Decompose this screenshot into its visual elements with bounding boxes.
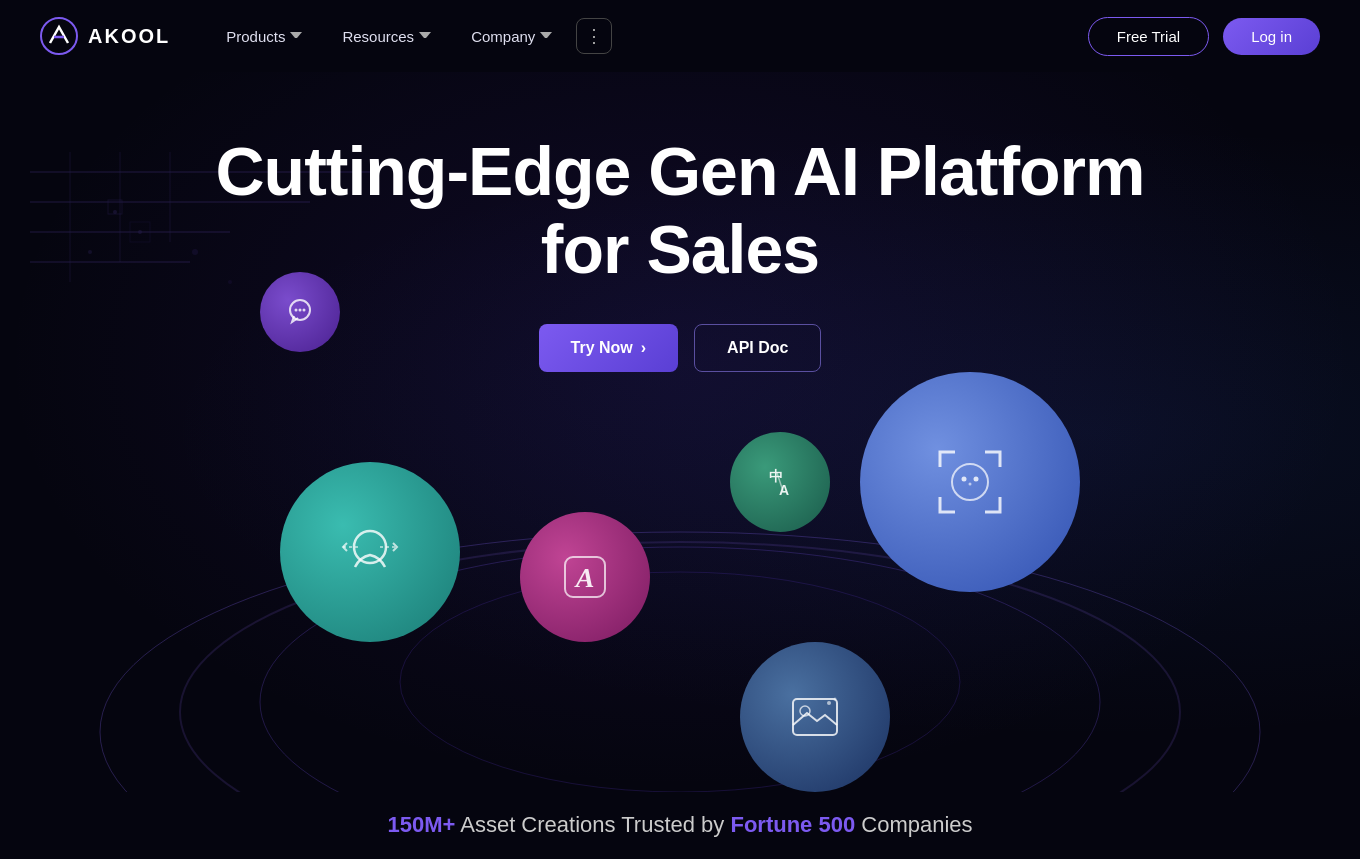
- arrow-right-icon: ›: [641, 339, 646, 357]
- orbit-scene: A 中 A: [0, 212, 1360, 792]
- nav-products[interactable]: Products: [210, 20, 318, 53]
- nav-company[interactable]: Company: [455, 20, 568, 53]
- svg-point-29: [952, 464, 988, 500]
- sphere-face-swap: [280, 462, 460, 642]
- api-doc-button[interactable]: API Doc: [694, 324, 821, 372]
- hero-section: Cutting-Edge Gen AI Platform for Sales T…: [0, 72, 1360, 792]
- svg-point-35: [827, 701, 831, 705]
- translate-icon: 中 A: [759, 461, 801, 503]
- trust-stat: 150M+ Asset Creations Trusted by Fortune…: [40, 812, 1320, 838]
- brand-name: AKOOL: [88, 25, 170, 48]
- svg-point-36: [834, 698, 837, 701]
- navbar: AKOOL Products Resources Company ⋮ Free …: [0, 0, 1360, 72]
- svg-point-22: [303, 309, 306, 312]
- svg-point-21: [299, 309, 302, 312]
- login-button[interactable]: Log in: [1223, 18, 1320, 55]
- svg-point-32: [969, 483, 972, 486]
- svg-text:A: A: [574, 562, 595, 593]
- trust-bar: 150M+ Asset Creations Trusted by Fortune…: [0, 792, 1360, 859]
- sphere-face-recognition: [860, 372, 1080, 592]
- sphere-ai-presenter: A: [520, 512, 650, 642]
- nav-resources[interactable]: Resources: [326, 20, 447, 53]
- nav-more-button[interactable]: ⋮: [576, 18, 612, 54]
- chevron-down-icon: [540, 32, 552, 40]
- try-now-button[interactable]: Try Now ›: [539, 324, 679, 372]
- face-swap-icon: [335, 517, 405, 587]
- nav-right: Free Trial Log in: [1088, 17, 1320, 56]
- chevron-down-icon: [290, 32, 302, 40]
- hero-buttons: Try Now › API Doc: [539, 324, 822, 372]
- face-scan-icon: [925, 437, 1015, 527]
- chevron-down-icon: [419, 32, 431, 40]
- akool-logo-icon: [40, 17, 78, 55]
- nav-links: Products Resources Company ⋮: [210, 18, 1088, 54]
- ai-text-icon: A: [559, 551, 611, 603]
- hero-title: Cutting-Edge Gen AI Platform for Sales: [215, 132, 1144, 288]
- svg-point-31: [974, 477, 979, 482]
- orbit-rings: [0, 212, 1360, 792]
- image-gen-icon: [785, 687, 845, 747]
- sphere-translate: 中 A: [730, 432, 830, 532]
- sphere-image-gen: [740, 642, 890, 792]
- svg-point-30: [962, 477, 967, 482]
- chat-icon: [282, 294, 318, 330]
- svg-point-20: [295, 309, 298, 312]
- free-trial-button[interactable]: Free Trial: [1088, 17, 1209, 56]
- logo[interactable]: AKOOL: [40, 17, 170, 55]
